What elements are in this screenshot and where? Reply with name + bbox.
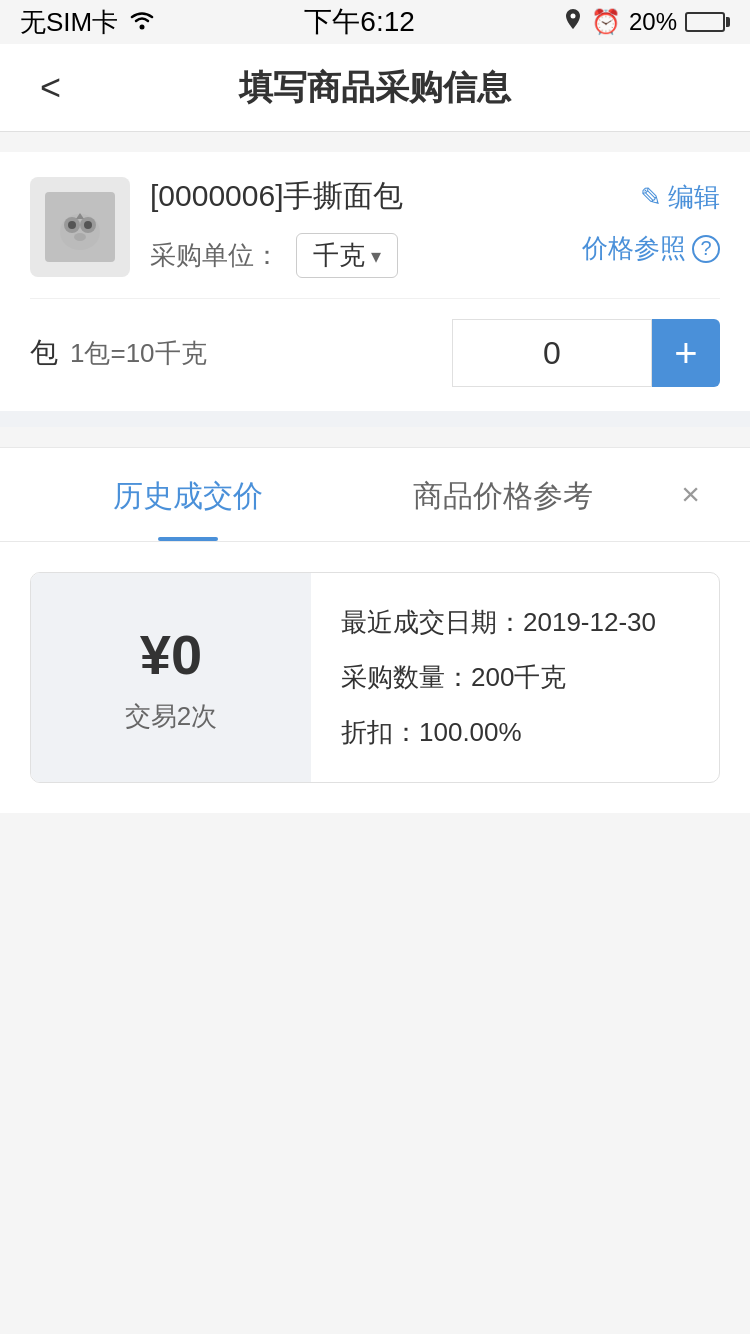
discount-label: 折扣：	[341, 717, 419, 747]
edit-label: 编辑	[668, 180, 720, 215]
time-label: 下午6:12	[304, 3, 415, 41]
tabs-header: 历史成交价 商品价格参考 ×	[0, 448, 750, 542]
svg-point-1	[570, 14, 575, 19]
price-card-right: 最近成交日期：2019-12-30 采购数量：200千克 折扣：100.00%	[311, 573, 719, 782]
nav-bar: < 填写商品采购信息	[0, 44, 750, 132]
chevron-down-icon: ▾	[371, 244, 381, 268]
carrier-label: 无SIM卡	[20, 5, 118, 40]
product-left: [0000006]手撕面包 采购单位： 千克 ▾	[30, 176, 403, 278]
price-card: ¥0 交易2次 最近成交日期：2019-12-30 采购数量：200千克 折扣：…	[30, 572, 720, 783]
product-thumbnail	[45, 192, 115, 262]
quantity-input[interactable]: 0	[452, 319, 652, 387]
tabs-container: 历史成交价 商品价格参考 × ¥0 交易2次 最近成交日期：2019-12-30…	[0, 447, 750, 813]
purchase-qty-label: 采购数量：	[341, 662, 471, 692]
price-reference-button[interactable]: 价格参照 ?	[582, 231, 720, 266]
recent-date-item: 最近成交日期：2019-12-30	[341, 603, 689, 642]
product-image	[30, 177, 130, 277]
tab-close-button[interactable]: ×	[661, 456, 720, 533]
battery-icon	[685, 12, 730, 32]
product-info: [0000006]手撕面包 采购单位： 千克 ▾	[150, 176, 403, 278]
alarm-icon: ⏰	[591, 8, 621, 36]
history-content: ¥0 交易2次 最近成交日期：2019-12-30 采购数量：200千克 折扣：…	[0, 542, 750, 813]
package-label: 包	[30, 334, 58, 372]
discount-value: 100.00%	[419, 717, 522, 747]
purchase-qty-value: 200千克	[471, 662, 566, 692]
tab-price-reference[interactable]: 商品价格参考	[346, 448, 662, 541]
product-name: [0000006]手撕面包	[150, 176, 403, 217]
purchase-qty-item: 采购数量：200千克	[341, 658, 689, 697]
edit-icon: ✎	[640, 182, 662, 213]
location-icon	[563, 7, 583, 37]
status-bar-right: ⏰ 20%	[563, 7, 730, 37]
info-circle-icon: ?	[692, 235, 720, 263]
unit-value: 千克	[313, 238, 365, 273]
edit-button[interactable]: ✎ 编辑	[640, 180, 720, 215]
quantity-control: 0 +	[452, 319, 720, 387]
wifi-icon	[128, 7, 156, 38]
page-title: 填写商品采购信息	[239, 65, 511, 111]
back-button[interactable]: <	[30, 57, 71, 119]
price-amount: ¥0	[140, 622, 202, 687]
svg-point-5	[68, 221, 76, 229]
quantity-plus-button[interactable]: +	[652, 319, 720, 387]
recent-date-label: 最近成交日期：	[341, 607, 523, 637]
price-ref-label: 价格参照	[582, 231, 686, 266]
battery-percent: 20%	[629, 8, 677, 36]
discount-item: 折扣：100.00%	[341, 713, 689, 752]
svg-point-6	[84, 221, 92, 229]
svg-point-7	[74, 233, 86, 241]
package-conversion: 1包=10千克	[70, 336, 207, 371]
unit-info: 包 1包=10千克	[30, 334, 207, 372]
currency-symbol: ¥	[140, 623, 171, 686]
price-card-left: ¥0 交易2次	[31, 573, 311, 782]
product-bottom-row: 包 1包=10千克 0 +	[30, 298, 720, 387]
price-trades: 交易2次	[125, 699, 217, 734]
unit-text-label: 采购单位：	[150, 238, 280, 273]
product-header: [0000006]手撕面包 采购单位： 千克 ▾ ✎ 编辑 价格参照 ?	[30, 176, 720, 278]
product-right: ✎ 编辑 价格参照 ?	[582, 176, 720, 266]
separator	[0, 411, 750, 427]
product-unit-row: 采购单位： 千克 ▾	[150, 233, 403, 278]
status-bar: 无SIM卡 下午6:12 ⏰ 20%	[0, 0, 750, 44]
amount-value: 0	[171, 623, 202, 686]
product-card: [0000006]手撕面包 采购单位： 千克 ▾ ✎ 编辑 价格参照 ?	[0, 152, 750, 411]
status-bar-left: 无SIM卡	[20, 5, 156, 40]
tab-history-price[interactable]: 历史成交价	[30, 448, 346, 541]
svg-point-2	[60, 214, 100, 250]
svg-point-0	[140, 24, 145, 29]
recent-date-value: 2019-12-30	[523, 607, 656, 637]
unit-select-button[interactable]: 千克 ▾	[296, 233, 398, 278]
